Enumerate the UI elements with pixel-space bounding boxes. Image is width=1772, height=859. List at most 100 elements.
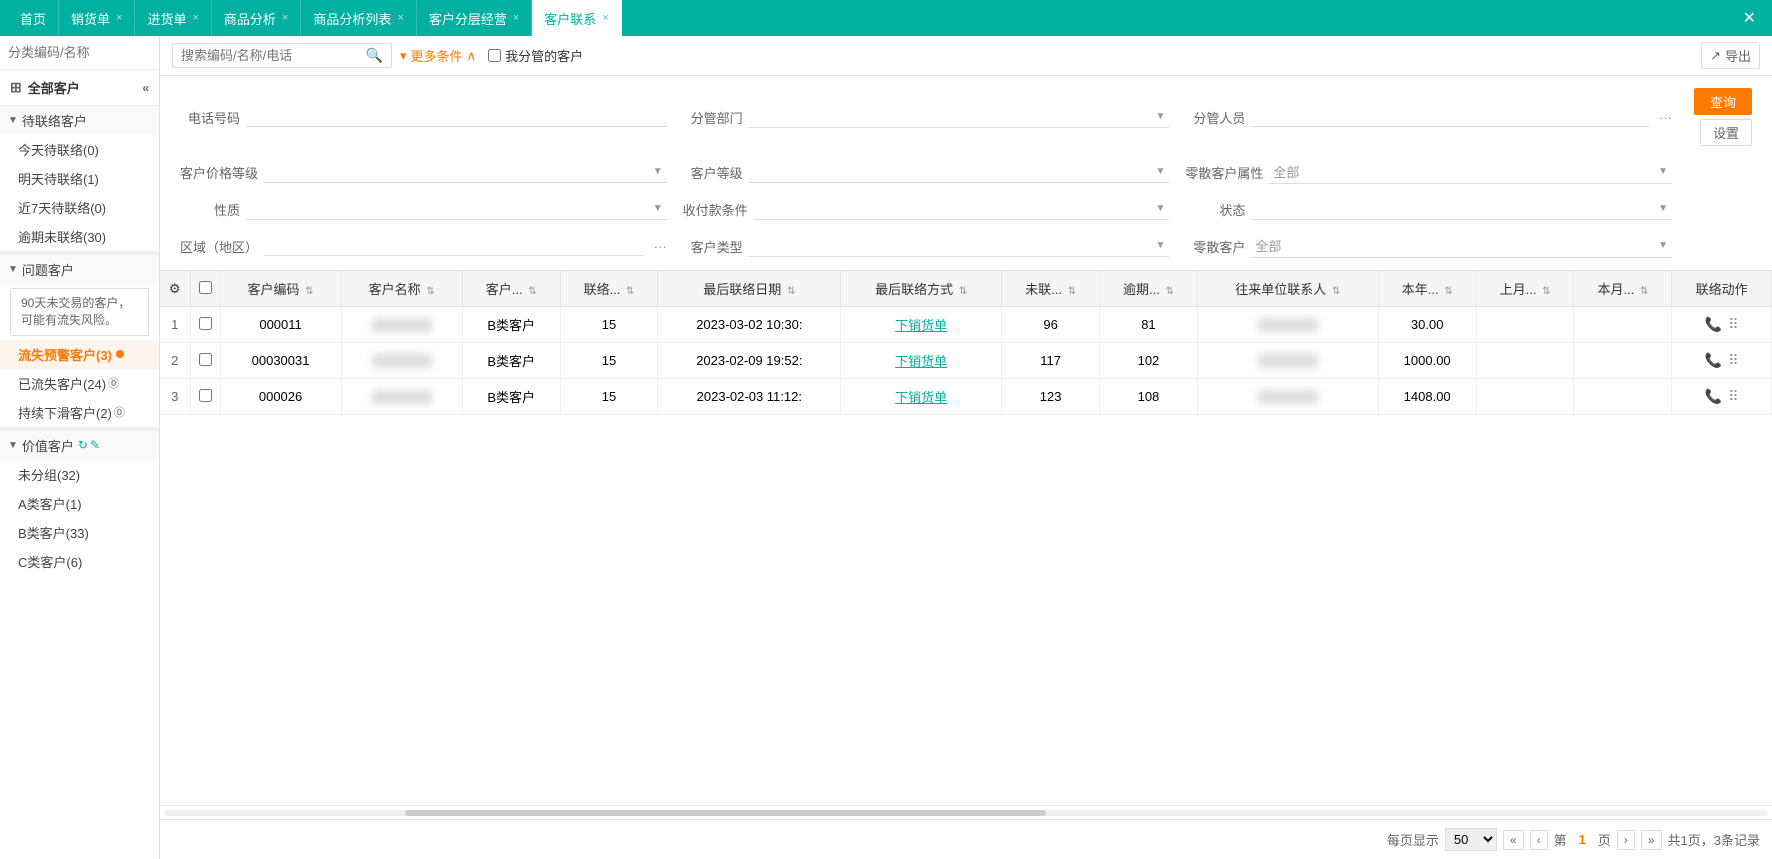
dept-select[interactable]: ▼ bbox=[749, 106, 1170, 128]
sidebar-item-tomorrow-pending[interactable]: 明天待联络(1) bbox=[0, 164, 159, 193]
action-more-icon-1[interactable]: ⠿ bbox=[1728, 352, 1738, 369]
row-checkbox-0[interactable] bbox=[199, 317, 212, 330]
th-last-contact-date[interactable]: 最后联络日期 ⇅ bbox=[658, 271, 841, 307]
sidebar-item-today-pending[interactable]: 今天待联络(0) bbox=[0, 135, 159, 164]
sidebar-search-input[interactable] bbox=[8, 45, 160, 60]
person-input[interactable] bbox=[1251, 107, 1649, 127]
select-all-checkbox[interactable] bbox=[199, 281, 212, 294]
tab-customer-layering[interactable]: 客户分层经营 × bbox=[417, 0, 532, 36]
sidebar-item-class-c[interactable]: C类客户(6) bbox=[0, 547, 159, 576]
sidebar-item-declining[interactable]: 持续下滑客户(2) ⓪ bbox=[0, 398, 159, 427]
export-btn[interactable]: ↗ 导出 bbox=[1701, 42, 1760, 69]
td-num-2: 3 bbox=[160, 379, 190, 415]
td-method-1[interactable]: 下销货单 bbox=[841, 343, 1002, 379]
filter-row-4: 区域（地区） ··· 客户类型 ▼ 零散客户 全部 ▼ bbox=[172, 230, 1760, 262]
scrollbar-track[interactable] bbox=[164, 810, 1768, 816]
th-customer-code[interactable]: 客户编码 ⇅ bbox=[220, 271, 341, 307]
sidebar-item-churn-warning[interactable]: 流失预警客户(3) bbox=[0, 340, 159, 369]
td-method-2[interactable]: 下销货单 bbox=[841, 379, 1002, 415]
search-execute-icon[interactable]: 🔍 bbox=[366, 47, 383, 64]
tab-close-purchase-order[interactable]: × bbox=[192, 12, 198, 24]
my-customers-checkbox[interactable] bbox=[488, 49, 501, 62]
td-method-0[interactable]: 下销货单 bbox=[841, 307, 1002, 343]
tab-customer-contact[interactable]: 客户联系 × bbox=[532, 0, 621, 36]
td-checkbox-1[interactable] bbox=[190, 343, 220, 379]
tab-close-customer-layering[interactable]: × bbox=[513, 12, 519, 24]
value-edit-icon[interactable]: ✎ bbox=[90, 438, 100, 452]
row-checkbox-2[interactable] bbox=[199, 389, 212, 402]
td-name-1 bbox=[341, 343, 462, 379]
payment-select[interactable]: ▼ bbox=[754, 198, 1170, 220]
sidebar-section-value[interactable]: ▼ 价值客户 ↻ ✎ bbox=[0, 431, 159, 460]
sidebar-collapse-icon[interactable]: « bbox=[142, 81, 149, 95]
th-this-month[interactable]: 本月... ⇅ bbox=[1574, 271, 1672, 307]
td-this-month-2 bbox=[1574, 379, 1672, 415]
td-checkbox-0[interactable] bbox=[190, 307, 220, 343]
td-checkbox-2[interactable] bbox=[190, 379, 220, 415]
person-dots-btn[interactable]: ··· bbox=[1659, 110, 1672, 125]
th-last-contact-method[interactable]: 最后联络方式 ⇅ bbox=[841, 271, 1002, 307]
more-conditions-btn[interactable]: ▾ 更多条件 ∧ bbox=[400, 46, 476, 65]
tab-purchase-order[interactable]: 进货单 × bbox=[135, 0, 211, 36]
tab-close-customer-contact[interactable]: × bbox=[602, 12, 608, 24]
action-phone-icon-2[interactable]: 📞 bbox=[1705, 388, 1722, 405]
td-contact-num-1: 15 bbox=[560, 343, 658, 379]
tab-home[interactable]: 首页 bbox=[8, 0, 59, 36]
sidebar-item-class-a[interactable]: A类客户(1) bbox=[0, 489, 159, 518]
customer-type-select[interactable]: ▼ bbox=[749, 235, 1170, 257]
next-page-btn[interactable]: › bbox=[1617, 830, 1635, 850]
value-refresh-icon[interactable]: ↻ bbox=[78, 438, 88, 452]
tab-close-product-analysis-list[interactable]: × bbox=[397, 12, 403, 24]
prev-page-btn[interactable]: ‹ bbox=[1530, 830, 1548, 850]
sidebar-item-week-pending[interactable]: 近7天待联络(0) bbox=[0, 193, 159, 222]
th-contact-num[interactable]: 联络... ⇅ bbox=[560, 271, 658, 307]
row-checkbox-1[interactable] bbox=[199, 353, 212, 366]
sidebar-section-problem[interactable]: ▼ 问题客户 bbox=[0, 255, 159, 284]
sparse-attr-select[interactable]: 全部 ▼ bbox=[1269, 160, 1672, 184]
td-type-2: B类客户 bbox=[462, 379, 560, 415]
tab-close-product-analysis[interactable]: × bbox=[282, 12, 288, 24]
sidebar-item-class-b[interactable]: B类客户(33) bbox=[0, 518, 159, 547]
phone-input[interactable] bbox=[246, 107, 667, 127]
sidebar-item-churned[interactable]: 已流失客户(24) ⓪ bbox=[0, 369, 159, 398]
th-last-month[interactable]: 上月... ⇅ bbox=[1476, 271, 1574, 307]
action-more-icon-0[interactable]: ⠿ bbox=[1728, 316, 1738, 333]
my-customers-checkbox-wrap[interactable]: 我分管的客户 bbox=[488, 46, 583, 65]
tab-close-sales-order[interactable]: × bbox=[116, 12, 122, 24]
tab-product-analysis[interactable]: 商品分析 × bbox=[212, 0, 301, 36]
th-overdue-days[interactable]: 逾期... ⇅ bbox=[1100, 271, 1198, 307]
last-page-btn[interactable]: » bbox=[1641, 830, 1662, 850]
region-dots-btn[interactable]: ··· bbox=[654, 239, 667, 254]
query-button[interactable]: 查询 bbox=[1694, 88, 1752, 115]
horizontal-scrollbar[interactable] bbox=[160, 805, 1772, 819]
first-page-btn[interactable]: « bbox=[1503, 830, 1524, 850]
th-this-year[interactable]: 本年... ⇅ bbox=[1378, 271, 1476, 307]
customer-level-select[interactable]: ▼ bbox=[749, 161, 1170, 183]
tab-sales-order[interactable]: 销货单 × bbox=[59, 0, 135, 36]
scrollbar-thumb[interactable] bbox=[405, 810, 1047, 816]
search-input[interactable] bbox=[181, 48, 366, 63]
status-select[interactable]: ▼ bbox=[1251, 198, 1672, 220]
settings-button[interactable]: 设置 bbox=[1700, 119, 1752, 146]
nature-arrow: ▼ bbox=[653, 203, 663, 214]
per-page-select[interactable]: 50 20 100 bbox=[1445, 828, 1497, 851]
price-level-select[interactable]: ▼ bbox=[264, 161, 667, 183]
th-gear[interactable]: ⚙ bbox=[160, 271, 190, 307]
action-phone-icon-0[interactable]: 📞 bbox=[1705, 316, 1722, 333]
window-close-btn[interactable]: ✕ bbox=[1735, 8, 1764, 28]
sidebar-item-ungrouped[interactable]: 未分组(32) bbox=[0, 460, 159, 489]
th-contacts[interactable]: 往来单位联系人 ⇅ bbox=[1197, 271, 1378, 307]
nature-select[interactable]: ▼ bbox=[246, 198, 667, 220]
region-input[interactable] bbox=[264, 236, 644, 256]
sidebar-section-pending[interactable]: ▼ 待联络客户 bbox=[0, 106, 159, 135]
th-customer-type[interactable]: 客户... ⇅ bbox=[462, 271, 560, 307]
sparse-customer-select[interactable]: 全部 ▼ bbox=[1251, 234, 1672, 258]
tab-product-analysis-list[interactable]: 商品分析列表 × bbox=[301, 0, 416, 36]
filter-row-2: 客户价格等级 ▼ 客户等级 ▼ 零散客户属性 全部 bbox=[172, 156, 1760, 188]
action-more-icon-2[interactable]: ⠿ bbox=[1728, 388, 1738, 405]
sidebar-all-customers[interactable]: ⊞ 全部客户 « bbox=[0, 70, 159, 106]
sidebar-item-overdue-pending[interactable]: 逾期未联络(30) bbox=[0, 222, 159, 251]
th-unlisted-days[interactable]: 未联... ⇅ bbox=[1002, 271, 1100, 307]
th-customer-name[interactable]: 客户名称 ⇅ bbox=[341, 271, 462, 307]
action-phone-icon-1[interactable]: 📞 bbox=[1705, 352, 1722, 369]
